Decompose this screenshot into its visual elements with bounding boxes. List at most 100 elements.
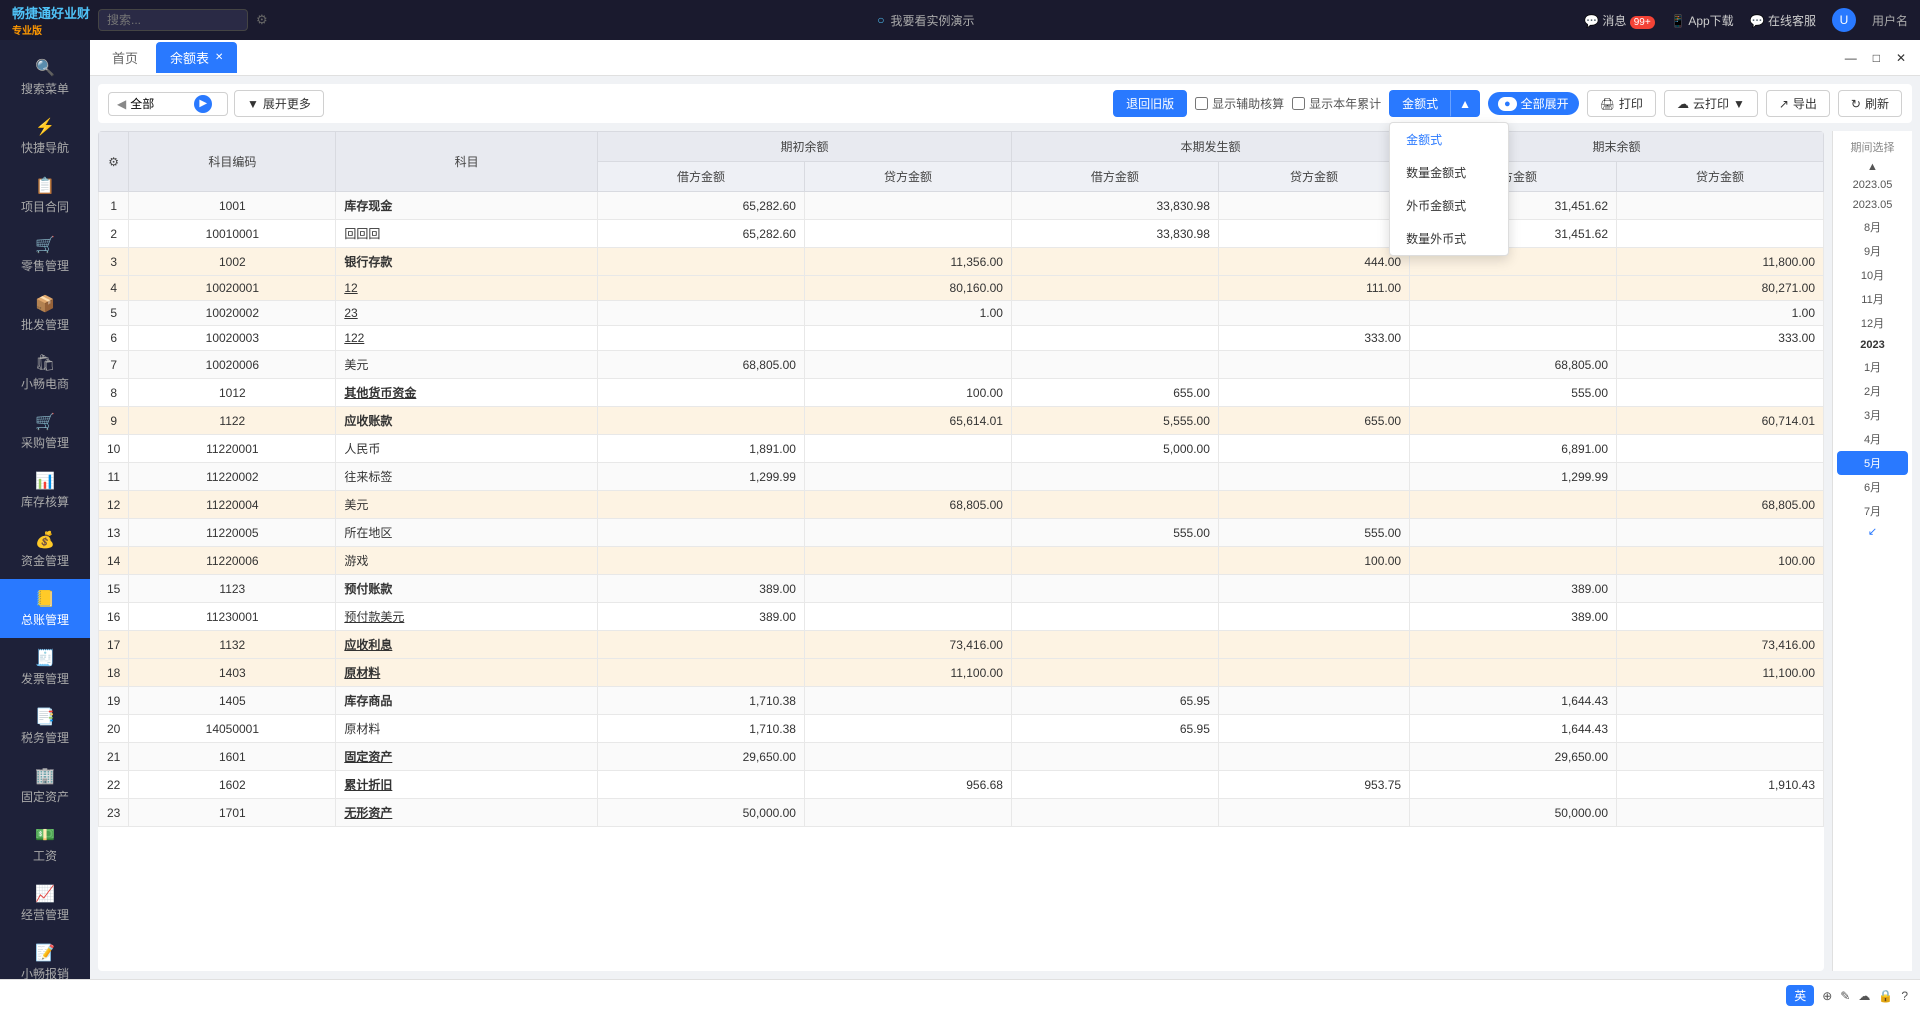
row-name[interactable]: 游戏 [336, 547, 598, 575]
row-code[interactable]: 11220005 [129, 519, 336, 547]
sidebar-item-expense[interactable]: 📝 小畅报销 [0, 933, 90, 979]
row-code[interactable]: 11220001 [129, 435, 336, 463]
period-item-6[interactable]: 6月 [1837, 475, 1908, 499]
zoom-btn[interactable]: ⊕ [1822, 989, 1832, 1003]
table-row[interactable]: 1011220001人民币1,891.005,000.006,891.00 [99, 435, 1824, 463]
table-row[interactable]: 31002银行存款11,356.00444.0011,800.00 [99, 248, 1824, 276]
table-row[interactable]: 221602累计折旧956.68953.751,910.43 [99, 771, 1824, 799]
show-annual-label[interactable]: 显示本年累计 [1292, 95, 1381, 112]
period-item-9[interactable]: 9月 [1837, 239, 1908, 263]
row-name[interactable]: 累计折旧 [336, 771, 598, 799]
refresh-btn[interactable]: ↻ 刷新 [1838, 90, 1902, 117]
cloud-print-btn[interactable]: ☁ 云打印 ▼ [1664, 90, 1758, 117]
sidebar-item-fixed-assets[interactable]: 🏢 固定资产 [0, 756, 90, 815]
period-up-btn[interactable]: ▲ [1837, 159, 1908, 175]
row-name[interactable]: 所在地区 [336, 519, 598, 547]
filter-search-box[interactable]: ◀ ▶ [108, 92, 228, 116]
format-option-foreign-amount[interactable]: 外币金额式 [1390, 189, 1508, 222]
table-row[interactable]: 610020003122333.00333.00 [99, 326, 1824, 351]
row-name[interactable]: 美元 [336, 351, 598, 379]
lang-btn[interactable]: 英 [1786, 985, 1814, 1006]
app-download-btn[interactable]: 📱 App下载 [1671, 12, 1734, 29]
period-item-10[interactable]: 10月 [1837, 263, 1908, 287]
row-no[interactable]: 21 [99, 743, 129, 771]
row-name[interactable]: 预付款美元 [336, 603, 598, 631]
row-code[interactable]: 1122 [129, 407, 336, 435]
show-auxiliary-checkbox[interactable] [1195, 97, 1208, 110]
format-arrow-btn[interactable]: ▲ [1450, 90, 1480, 117]
row-no[interactable]: 16 [99, 603, 129, 631]
row-no[interactable]: 4 [99, 276, 129, 301]
row-no[interactable]: 6 [99, 326, 129, 351]
row-name[interactable]: 库存商品 [336, 687, 598, 715]
row-code[interactable]: 1403 [129, 659, 336, 687]
window-maximize-btn[interactable]: □ [1867, 47, 1886, 69]
tab-home[interactable]: 首页 [98, 42, 152, 73]
table-row[interactable]: 1311220005所在地区555.00555.00 [99, 519, 1824, 547]
row-code[interactable]: 1602 [129, 771, 336, 799]
row-name[interactable]: 原材料 [336, 659, 598, 687]
row-code[interactable]: 1405 [129, 687, 336, 715]
row-code[interactable]: 1601 [129, 743, 336, 771]
cloud-btn[interactable]: ☁ [1858, 989, 1870, 1003]
table-row[interactable]: 81012其他货币资金100.00655.00555.00 [99, 379, 1824, 407]
row-code[interactable]: 1002 [129, 248, 336, 276]
window-minimize-btn[interactable]: — [1839, 47, 1863, 69]
sidebar-item-quick-nav[interactable]: ⚡ 快捷导航 [0, 107, 90, 166]
table-row[interactable]: 1611230001预付款美元389.00389.00 [99, 603, 1824, 631]
table-row[interactable]: 171132应收利息73,416.0073,416.00 [99, 631, 1824, 659]
table-row[interactable]: 231701无形资产50,000.0050,000.00 [99, 799, 1824, 827]
table-row[interactable]: 210010001回回回65,282.6033,830.9831,451.62 [99, 220, 1824, 248]
row-no[interactable]: 7 [99, 351, 129, 379]
row-no[interactable]: 11 [99, 463, 129, 491]
row-no[interactable]: 9 [99, 407, 129, 435]
period-item-7[interactable]: 7月 [1837, 499, 1908, 523]
row-code[interactable]: 10020006 [129, 351, 336, 379]
table-row[interactable]: 1111220002往来标签1,299.991,299.99 [99, 463, 1824, 491]
edit-btn[interactable]: ✎ [1840, 989, 1850, 1003]
sidebar-item-project[interactable]: 📋 项目合同 [0, 166, 90, 225]
sidebar-item-ledger[interactable]: 📒 总账管理 [0, 579, 90, 638]
sidebar-item-tax[interactable]: 📑 税务管理 [0, 697, 90, 756]
sidebar-item-finance[interactable]: 💰 资金管理 [0, 520, 90, 579]
table-row[interactable]: 2014050001原材料1,710.3865.951,644.43 [99, 715, 1824, 743]
lock-btn[interactable]: 🔒 [1878, 989, 1893, 1003]
sidebar-item-wholesale[interactable]: 📦 批发管理 [0, 284, 90, 343]
row-name[interactable]: 人民币 [336, 435, 598, 463]
row-code[interactable]: 11220006 [129, 547, 336, 575]
row-name[interactable]: 其他货币资金 [336, 379, 598, 407]
sidebar-item-invoice[interactable]: 🧾 发票管理 [0, 638, 90, 697]
period-item-2[interactable]: 2月 [1837, 379, 1908, 403]
online-service-btn[interactable]: 💬 在线客服 [1750, 12, 1816, 29]
sidebar-item-purchase[interactable]: 🛒 采购管理 [0, 402, 90, 461]
period-item-3[interactable]: 3月 [1837, 403, 1908, 427]
row-name[interactable]: 美元 [336, 491, 598, 519]
help-btn[interactable]: ? [1901, 989, 1908, 1003]
row-no[interactable]: 19 [99, 687, 129, 715]
period-item-12[interactable]: 12月 [1837, 311, 1908, 335]
row-no[interactable]: 18 [99, 659, 129, 687]
show-annual-checkbox[interactable] [1292, 97, 1305, 110]
row-name[interactable]: 预付账款 [336, 575, 598, 603]
row-code[interactable]: 11220004 [129, 491, 336, 519]
period-item-2023-05a[interactable]: 2023.05 [1837, 175, 1908, 195]
format-option-qty-amount[interactable]: 数量金额式 [1390, 156, 1508, 189]
nav-forward-icon[interactable]: ▶ [194, 95, 212, 113]
expand-all-btn[interactable]: ● 全部展开 [1488, 92, 1579, 115]
row-no[interactable]: 3 [99, 248, 129, 276]
table-row[interactable]: 91122应收账款65,614.015,555.00655.0060,714.0… [99, 407, 1824, 435]
period-item-5[interactable]: 5月 [1837, 451, 1908, 475]
table-row[interactable]: 211601固定资产29,650.0029,650.00 [99, 743, 1824, 771]
row-name[interactable]: 应收利息 [336, 631, 598, 659]
row-no[interactable]: 20 [99, 715, 129, 743]
sidebar-item-search[interactable]: 🔍 搜索菜单 [0, 48, 90, 107]
row-code[interactable]: 1123 [129, 575, 336, 603]
format-option-qty-foreign[interactable]: 数量外币式 [1390, 222, 1508, 255]
tab-close-icon[interactable]: ✕ [215, 52, 223, 63]
sidebar-item-management[interactable]: 📈 经营管理 [0, 874, 90, 933]
row-name[interactable]: 库存现金 [336, 192, 598, 220]
period-item-11[interactable]: 11月 [1837, 287, 1908, 311]
row-code[interactable]: 14050001 [129, 715, 336, 743]
message-btn[interactable]: 💬 消息 99+ [1584, 12, 1655, 29]
period-item-8[interactable]: 8月 [1837, 215, 1908, 239]
